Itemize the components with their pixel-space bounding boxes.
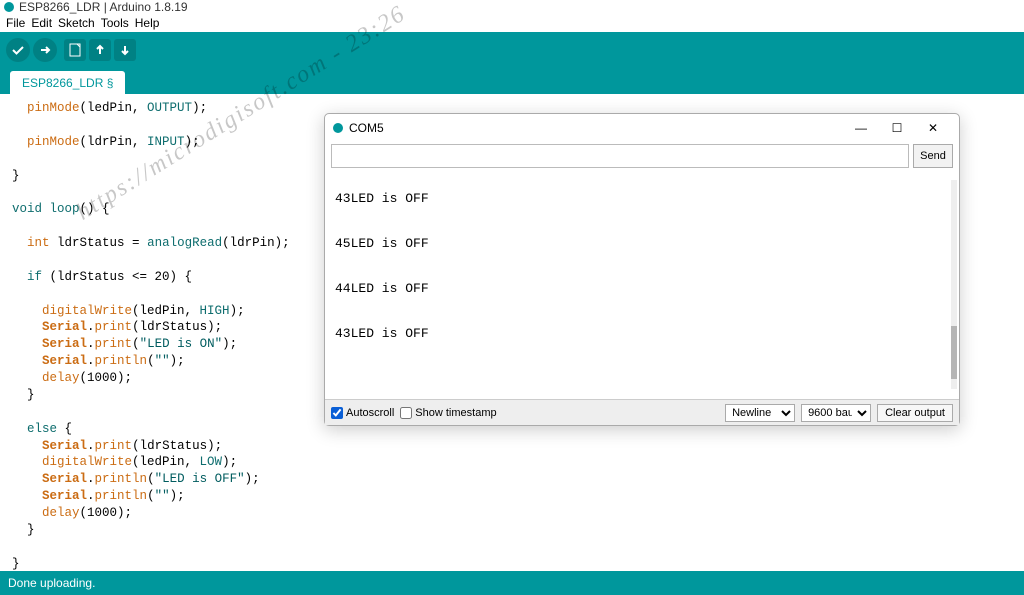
clear-output-button[interactable]: Clear output [877,404,953,422]
tab-bar: ESP8266_LDR § [0,68,1024,94]
status-bar: Done uploading. [0,571,1024,595]
menu-bar: File Edit Sketch Tools Help [0,14,1024,32]
serial-input-row: Send [325,142,959,170]
menu-edit[interactable]: Edit [29,15,54,31]
serial-monitor-window: COM5 — ☐ ✕ Send 43LED is OFF 45LED is OF… [324,113,960,426]
menu-file[interactable]: File [4,15,27,31]
maximize-button[interactable]: ☐ [879,116,915,140]
new-button[interactable] [64,39,86,61]
menu-tools[interactable]: Tools [99,15,131,31]
sketch-tab[interactable]: ESP8266_LDR § [10,71,125,94]
scroll-thumb[interactable] [951,326,957,378]
send-button[interactable]: Send [913,144,953,168]
show-timestamp-checkbox[interactable]: Show timestamp [400,407,496,419]
title-bar: ESP8266_LDR | Arduino 1.8.19 [0,0,1024,14]
minimize-button[interactable]: — [843,116,879,140]
menu-help[interactable]: Help [133,15,162,31]
window-title: ESP8266_LDR | Arduino 1.8.19 [19,0,188,14]
close-button[interactable]: ✕ [915,116,951,140]
arduino-app-icon [333,123,343,133]
line-ending-select[interactable]: Newline [725,404,795,422]
verify-button[interactable] [6,38,30,62]
baud-select[interactable]: 9600 baud [801,404,871,422]
arduino-app-icon [4,2,14,12]
serial-footer: Autoscroll Show timestamp Newline 9600 b… [325,399,959,425]
open-button[interactable] [89,39,111,61]
toolbar [0,32,1024,68]
menu-sketch[interactable]: Sketch [56,15,97,31]
upload-button[interactable] [33,38,57,62]
status-text: Done uploading. [8,576,95,590]
serial-output[interactable]: 43LED is OFF 45LED is OFF 44LED is OFF 4… [325,170,959,399]
serial-titlebar[interactable]: COM5 — ☐ ✕ [325,114,959,142]
save-button[interactable] [114,39,136,61]
scrollbar[interactable] [951,180,957,389]
serial-title: COM5 [349,121,384,135]
serial-input[interactable] [331,144,909,168]
autoscroll-checkbox[interactable]: Autoscroll [331,407,394,419]
